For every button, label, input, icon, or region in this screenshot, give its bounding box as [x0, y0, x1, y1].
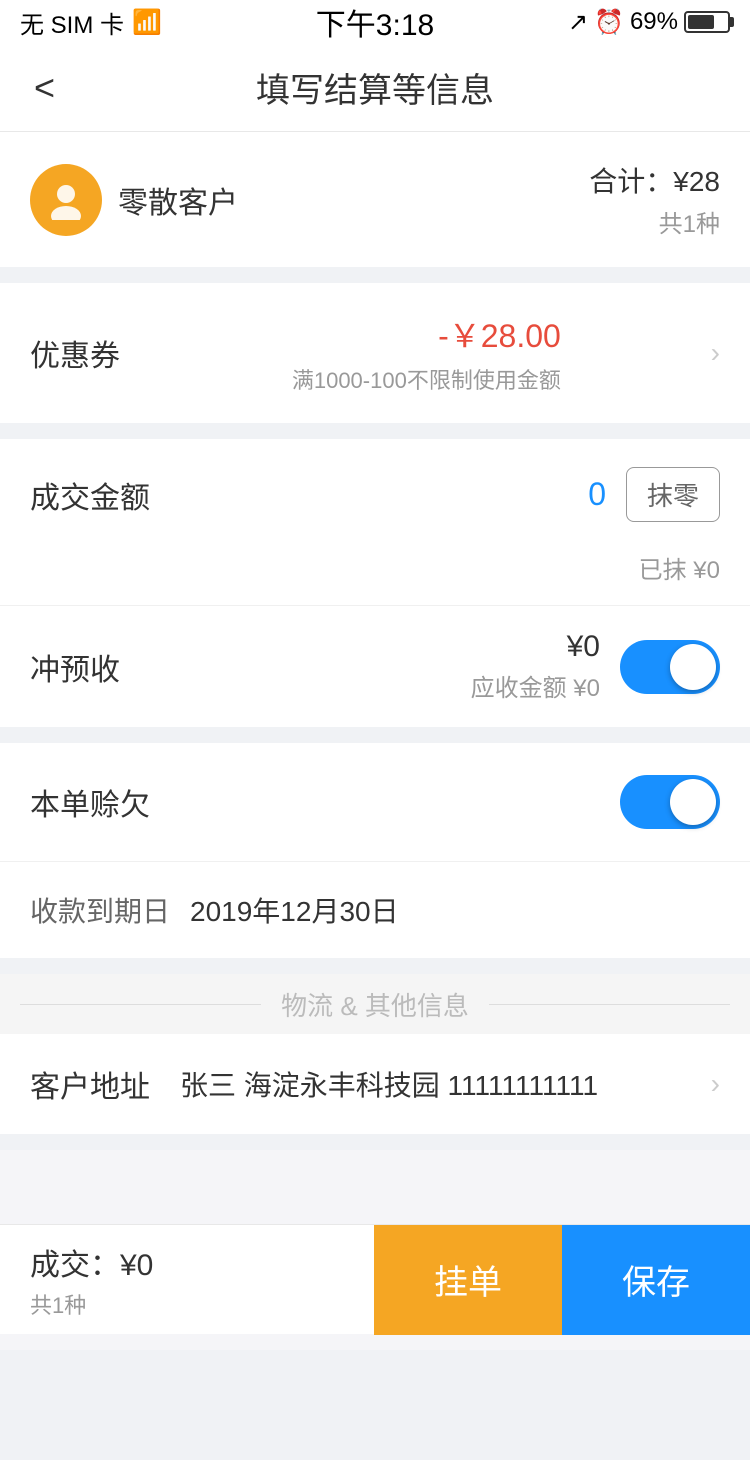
wifi-icon: 📶	[132, 8, 162, 37]
advance-amount: ¥0	[471, 630, 600, 664]
deal-amount-section: 成交金额 0 抹零 已抹 ¥0 冲预收 ¥0 应收金额 ¥0	[0, 439, 750, 727]
battery-icon	[684, 11, 730, 33]
credit-toggle[interactable]	[620, 775, 720, 829]
footer-count: 共1种	[30, 1288, 344, 1320]
customer-section: 零散客户 合计：¥28 共1种	[0, 132, 750, 267]
footer: 成交：¥0 共1种 挂单 保存	[0, 1224, 750, 1334]
advance-label: 冲预收	[30, 645, 120, 689]
discount-amount: -￥28.00	[292, 311, 561, 357]
toggle-knob	[670, 644, 716, 690]
address-chevron-icon: ›	[711, 1068, 720, 1100]
alarm-icon: ⏰	[594, 8, 624, 37]
battery-percentage: 69%	[630, 8, 678, 36]
amount-input-wrap: 0 抹零	[546, 467, 720, 522]
divider-line-left	[20, 1004, 261, 1005]
advance-right: ¥0 应收金额 ¥0	[471, 630, 720, 703]
hang-button[interactable]: 挂单	[374, 1225, 562, 1335]
advance-sub: 应收金额 ¥0	[471, 668, 600, 703]
logistics-divider: 物流 & 其他信息	[0, 974, 750, 1034]
deal-amount-label: 成交金额	[30, 473, 150, 517]
due-date-label: 收款到期日	[30, 890, 170, 930]
due-date-row: 收款到期日 2019年12月30日	[0, 861, 750, 958]
footer-deal-label: 成交：	[30, 1249, 120, 1282]
credit-row: 本单赊欠	[0, 743, 750, 861]
total-amount: 合计：¥28	[589, 160, 720, 200]
deal-amount-value[interactable]: 0	[546, 476, 606, 513]
location-icon: ↗	[568, 8, 588, 37]
advance-toggle[interactable]	[620, 640, 720, 694]
credit-label: 本单赊欠	[30, 780, 150, 824]
credit-toggle-knob	[670, 779, 716, 825]
advance-payment-row: 冲预收 ¥0 应收金额 ¥0	[0, 605, 750, 727]
customer-name: 零散客户	[118, 178, 238, 222]
footer-deal-value: ¥0	[120, 1249, 153, 1282]
save-button[interactable]: 保存	[562, 1225, 750, 1335]
round-zero-button[interactable]: 抹零	[626, 467, 720, 522]
address-value: 张三 海淀永丰科技园 11111111111	[180, 1064, 673, 1104]
customer-left: 零散客户	[30, 164, 238, 236]
page-title: 填写结算等信息	[256, 63, 494, 112]
customer-row: 零散客户 合计：¥28 共1种	[0, 132, 750, 267]
address-label: 客户地址	[30, 1062, 150, 1106]
footer-info: 成交：¥0 共1种	[0, 1240, 374, 1320]
avatar	[30, 164, 102, 236]
time-display: 下午3:18	[316, 0, 434, 44]
carrier-text: 无 SIM 卡	[20, 5, 124, 40]
customer-right: 合计：¥28 共1种	[589, 160, 720, 239]
discount-desc: 满1000-100不限制使用金额	[292, 363, 561, 395]
chevron-right-icon: ›	[711, 337, 720, 369]
status-bar: 无 SIM 卡 📶 下午3:18 ↗ ⏰ 69%	[0, 0, 750, 44]
discount-section[interactable]: 优惠券 -￥28.00 满1000-100不限制使用金额 ›	[0, 283, 750, 423]
discount-row[interactable]: 优惠券 -￥28.00 满1000-100不限制使用金额 ›	[0, 283, 750, 423]
total-count: 共1种	[589, 204, 720, 239]
back-button[interactable]: <	[24, 57, 65, 119]
divider-line-right	[489, 1004, 730, 1005]
deal-amount-sub: 已抹 ¥0	[0, 550, 750, 605]
due-date-value[interactable]: 2019年12月30日	[190, 890, 399, 930]
footer-deal-amount: 成交：¥0	[30, 1240, 344, 1284]
status-right: ↗ ⏰ 69%	[568, 8, 730, 37]
battery-fill	[688, 15, 714, 29]
address-row[interactable]: 客户地址 张三 海淀永丰科技园 11111111111 ›	[0, 1034, 750, 1134]
discount-label: 优惠券	[30, 331, 150, 375]
logistics-divider-text: 物流 & 其他信息	[281, 986, 469, 1023]
advance-values: ¥0 应收金额 ¥0	[471, 630, 600, 703]
address-section[interactable]: 客户地址 张三 海淀永丰科技园 11111111111 ›	[0, 1034, 750, 1134]
deal-amount-row: 成交金额 0 抹零	[0, 439, 750, 550]
nav-bar: < 填写结算等信息	[0, 44, 750, 132]
discount-right: -￥28.00 满1000-100不限制使用金额	[292, 311, 561, 395]
status-left: 无 SIM 卡 📶	[20, 5, 162, 40]
credit-section: 本单赊欠 收款到期日 2019年12月30日	[0, 743, 750, 958]
